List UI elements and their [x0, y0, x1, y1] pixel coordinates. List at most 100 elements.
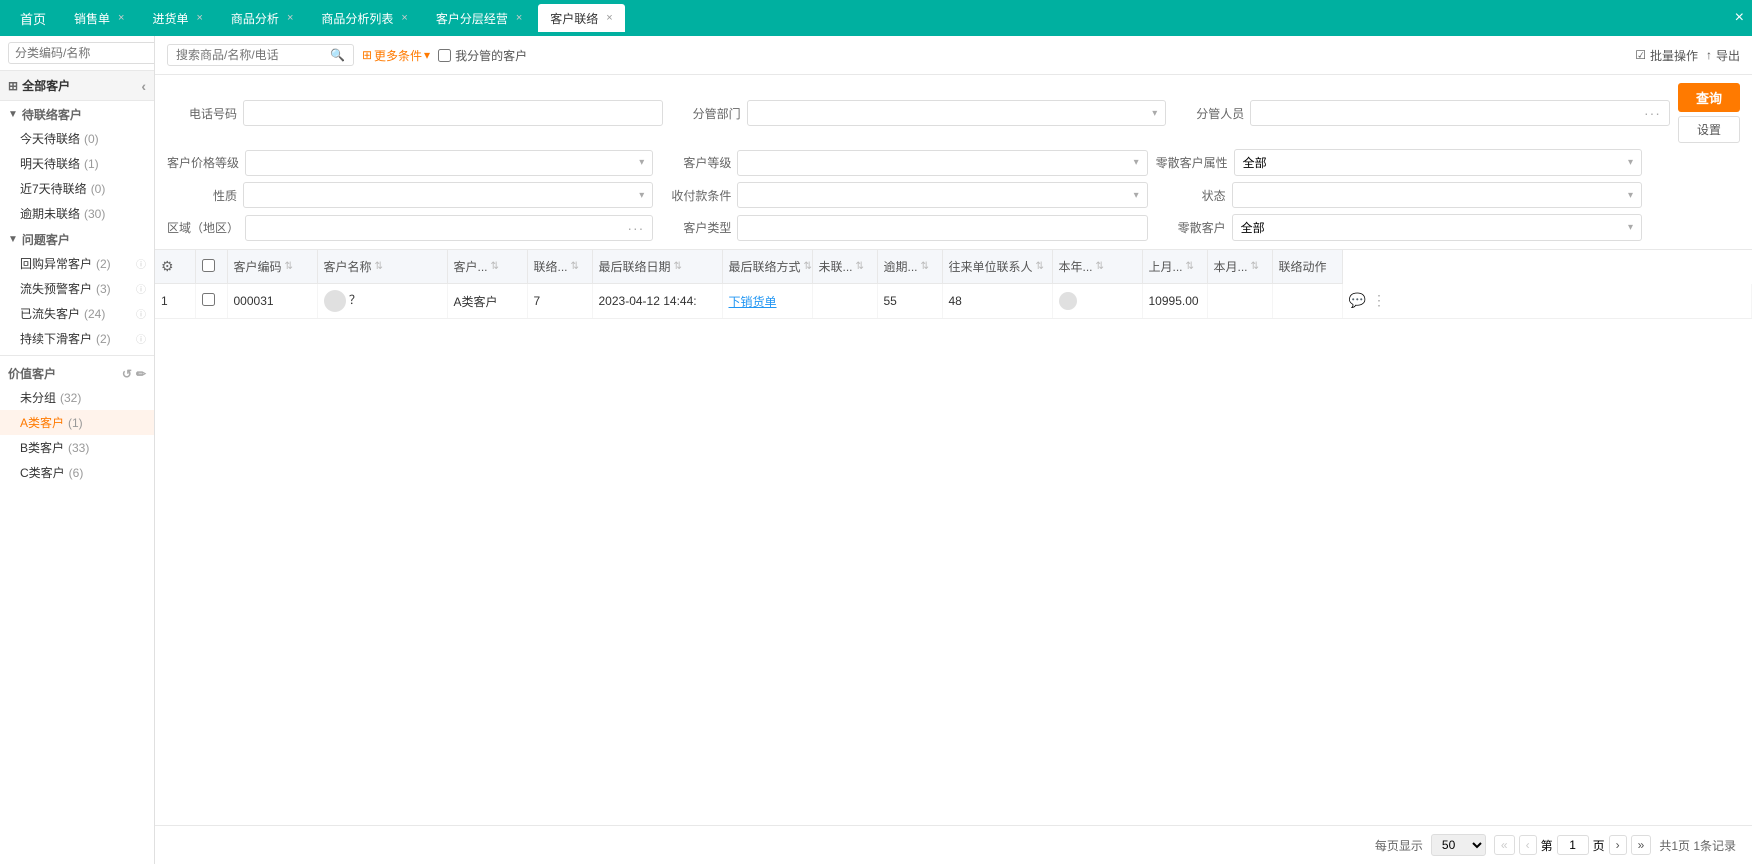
cell-check[interactable]: [195, 284, 227, 319]
query-button[interactable]: 查询: [1678, 83, 1740, 112]
pagination: 每页显示 50 10 20 100 « ‹ 第 页 › » 共1页 1条记录: [155, 825, 1752, 864]
sidebar-item-a-class[interactable]: A类客户(1): [0, 410, 154, 435]
sidebar-item-churned[interactable]: 已流失客户(24) ⓘ: [0, 301, 154, 326]
last-way-link[interactable]: 下销货单: [729, 295, 777, 309]
col-overdue-header: 逾期... ⇅: [877, 250, 942, 284]
sidebar-item-declining[interactable]: 持续下滑客户(2) ⓘ: [0, 326, 154, 351]
edit-icon[interactable]: ✏: [136, 367, 146, 381]
first-page-button[interactable]: «: [1494, 835, 1515, 855]
manager-input[interactable]: ···: [1250, 100, 1670, 126]
table-gear-icon[interactable]: ⚙: [161, 258, 174, 274]
settings-button[interactable]: 设置: [1678, 116, 1740, 143]
sort-year-icon[interactable]: ⇅: [1096, 261, 1104, 272]
more-action-icon[interactable]: ⋮: [1372, 292, 1386, 309]
message-icon[interactable]: 💬: [1349, 292, 1366, 309]
close-customer-contact-icon[interactable]: ×: [606, 12, 612, 24]
info-repurchase-icon: ⓘ: [136, 256, 146, 271]
sidebar-item-b-class[interactable]: B类客户(33): [0, 435, 154, 460]
retail-customer-select[interactable]: 全部 ▾: [1232, 214, 1642, 241]
nature-select[interactable]: ▾: [243, 182, 653, 208]
nav-tab-customer-contact[interactable]: 客户联络 ×: [538, 4, 624, 32]
nav-tab-analysis-list[interactable]: 商品分析列表 ×: [309, 4, 419, 32]
phone-input[interactable]: [243, 100, 663, 126]
value-customer-icons[interactable]: ↺ ✏: [122, 367, 146, 381]
sort-overdue-icon[interactable]: ⇅: [921, 261, 929, 272]
sort-contact-icon[interactable]: ⇅: [571, 261, 579, 272]
my-customers-filter[interactable]: 我分管的客户: [438, 47, 527, 64]
col-action-header: 联络动作: [1272, 250, 1342, 284]
col-checkbox[interactable]: [195, 250, 227, 284]
search-bar-icon[interactable]: 🔍: [330, 48, 345, 62]
sort-name-icon[interactable]: ⇅: [375, 261, 383, 272]
sort-date-icon[interactable]: ⇅: [674, 261, 682, 272]
cell-lasway[interactable]: 下销货单: [722, 284, 812, 319]
field-customer-type: 客户类型: [661, 215, 1147, 241]
sort-notcontact-icon[interactable]: ⇅: [856, 261, 864, 272]
page-nav: « ‹ 第 页 › »: [1494, 835, 1651, 855]
table-header-row: ⚙ 客户编码 ⇅ 客户名称: [155, 250, 1752, 284]
batch-icon: ☑: [1635, 48, 1646, 62]
sort-prev-icon[interactable]: ⇅: [1036, 261, 1044, 272]
close-analysis-list-icon[interactable]: ×: [401, 12, 407, 24]
status-select[interactable]: ▾: [1232, 182, 1642, 208]
close-customer-tier-icon[interactable]: ×: [516, 12, 522, 24]
region-dots-icon: ···: [627, 220, 644, 236]
nav-home[interactable]: 首页: [8, 4, 58, 32]
nav-tab-customer-tier[interactable]: 客户分层经营 ×: [424, 4, 534, 32]
prev-contact-avatar: [1059, 292, 1077, 310]
my-customers-checkbox[interactable]: [438, 49, 451, 62]
nav-tab-salesorder[interactable]: 销售单 ×: [62, 4, 136, 32]
group-problem-customer[interactable]: ▼ 问题客户: [0, 226, 154, 251]
sidebar-item-churn-warning[interactable]: 流失预警客户(3) ⓘ: [0, 276, 154, 301]
payment-terms-arrow-icon: ▾: [1134, 190, 1139, 201]
dept-select[interactable]: ▾: [747, 100, 1167, 126]
select-all-checkbox[interactable]: [202, 259, 215, 272]
group-pending-contact[interactable]: ▼ 待联络客户: [0, 101, 154, 126]
sidebar-item-today-contact[interactable]: 今天待联络(0): [0, 126, 154, 151]
nav-tab-analysis[interactable]: 商品分析 ×: [219, 4, 305, 32]
search-input[interactable]: [176, 48, 326, 62]
sort-type-icon[interactable]: ⇅: [491, 261, 499, 272]
retail-attr-select[interactable]: 全部 ▾: [1234, 149, 1642, 176]
nav-tab-purchase[interactable]: 进货单 ×: [140, 4, 214, 32]
search-box: 🔍: [167, 44, 354, 66]
col-settings[interactable]: ⚙: [155, 250, 195, 284]
cell-thismonth-amt: [1272, 284, 1342, 319]
prev-page-button[interactable]: ‹: [1519, 835, 1537, 855]
sidebar-search-input[interactable]: [8, 42, 155, 64]
collapse-sidebar-button[interactable]: ‹: [141, 78, 146, 94]
export-button[interactable]: ↑ 导出: [1706, 47, 1740, 64]
col-contact-header: 联络... ⇅: [527, 250, 592, 284]
close-analysis-icon[interactable]: ×: [287, 12, 293, 24]
region-input[interactable]: ···: [245, 215, 653, 241]
customer-type-input[interactable]: [737, 215, 1147, 241]
value-customers-header: 价值客户 ↺ ✏: [0, 360, 154, 385]
sort-code-icon[interactable]: ⇅: [285, 261, 293, 272]
price-level-select[interactable]: ▾: [245, 150, 653, 176]
sidebar-item-unclassified[interactable]: 未分组(32): [0, 385, 154, 410]
sidebar-item-repurchase-abnormal[interactable]: 回购异常客户(2) ⓘ: [0, 251, 154, 276]
refresh-icon[interactable]: ↺: [122, 367, 132, 381]
row-checkbox[interactable]: [202, 293, 215, 306]
last-page-button[interactable]: »: [1631, 835, 1652, 855]
cell-overdue2: 48: [942, 284, 1052, 319]
sidebar-item-c-class[interactable]: C类客户(6): [0, 460, 154, 485]
sidebar-item-overdue-contact[interactable]: 逾期未联络(30): [0, 201, 154, 226]
customer-level-select[interactable]: ▾: [737, 150, 1147, 176]
sort-thismonth-icon[interactable]: ⇅: [1251, 261, 1259, 272]
next-page-button[interactable]: ›: [1609, 835, 1627, 855]
sort-lastmonth-icon[interactable]: ⇅: [1186, 261, 1194, 272]
close-all-button[interactable]: ×: [1735, 9, 1744, 27]
close-purchase-icon[interactable]: ×: [196, 12, 202, 24]
sort-way-icon[interactable]: ⇅: [804, 261, 812, 272]
status-arrow-icon: ▾: [1628, 190, 1633, 201]
page-unit-label: 页: [1593, 837, 1605, 854]
payment-terms-select[interactable]: ▾: [737, 182, 1147, 208]
page-input[interactable]: [1557, 835, 1589, 855]
sidebar-item-7day-contact[interactable]: 近7天待联络(0): [0, 176, 154, 201]
sidebar-item-tomorrow-contact[interactable]: 明天待联络(1): [0, 151, 154, 176]
close-salesorder-icon[interactable]: ×: [118, 12, 124, 24]
page-size-select[interactable]: 50 10 20 100: [1431, 834, 1486, 856]
batch-op-button[interactable]: ☑ 批量操作: [1635, 47, 1698, 64]
more-filter-button[interactable]: ⊞ 更多条件 ▾: [362, 47, 430, 64]
